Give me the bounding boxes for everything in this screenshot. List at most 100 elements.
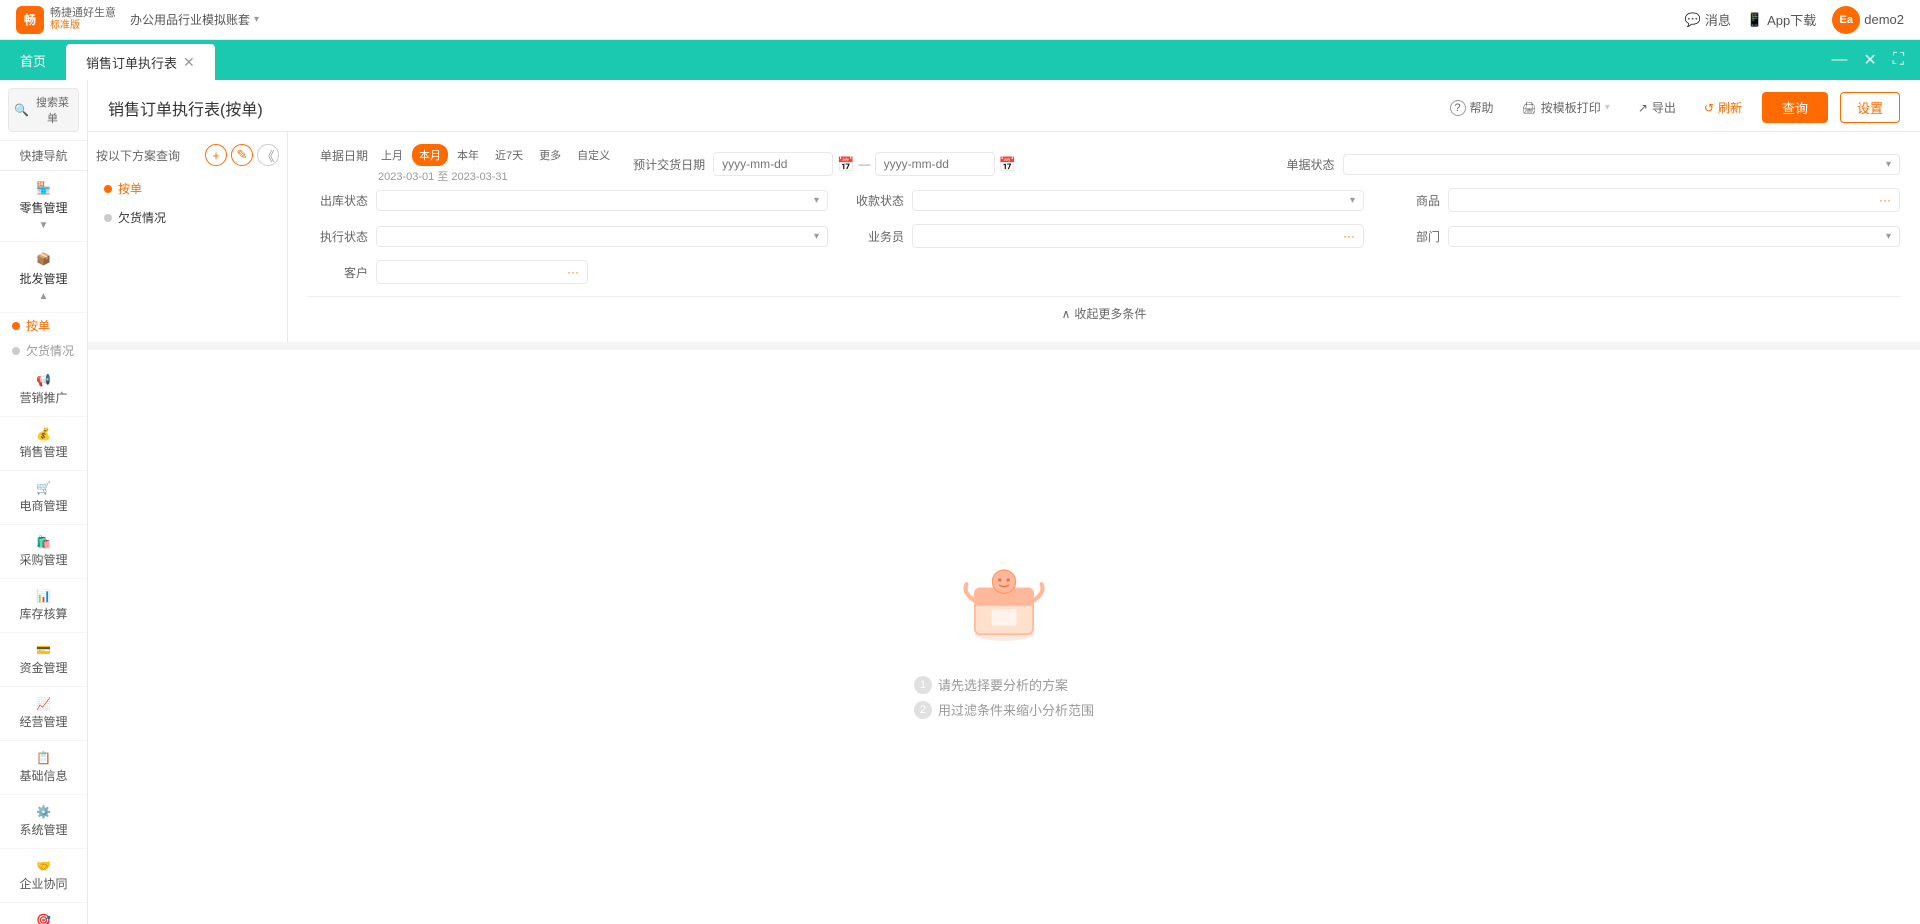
- page-title: 销售订单执行表(按单): [108, 96, 263, 120]
- delivery-date-to-icon[interactable]: 📅: [999, 156, 1016, 173]
- settings-button[interactable]: 设置: [1840, 92, 1900, 123]
- order-status-select[interactable]: ▾: [1343, 154, 1900, 175]
- template-print-btn[interactable]: 🖨 按模板打印 ▾: [1514, 95, 1618, 120]
- edit-scheme-btn[interactable]: ✎: [231, 144, 253, 166]
- basic-info-icon: 📋: [36, 751, 51, 765]
- empty-state: 1 请先选择要分析的方案 2 用过滤条件来缩小分析范围: [88, 350, 1920, 924]
- last-month-btn[interactable]: 上月: [374, 144, 410, 166]
- add-scheme-btn[interactable]: +: [205, 144, 227, 166]
- help-icon: ?: [1450, 100, 1466, 116]
- sidebar-item-retail[interactable]: 🏪 零售管理 ▼: [0, 171, 87, 242]
- nav-right-actions: — ✕ ⛶: [1827, 46, 1920, 74]
- sidebar-item-quick-nav[interactable]: 快捷导航: [0, 141, 87, 171]
- sidebar-search: 🔍 搜索菜单: [0, 80, 87, 141]
- sidebar-sub-item-debt[interactable]: 欠货情况: [0, 338, 87, 363]
- sidebar-item-ecommerce[interactable]: 🛒 电商管理: [0, 471, 87, 525]
- retail-icon: 🏪: [36, 181, 51, 195]
- refresh-btn[interactable]: ↺ 刷新: [1696, 95, 1750, 120]
- close-tab-icon[interactable]: ✕: [183, 54, 195, 71]
- tab-home[interactable]: 首页: [0, 40, 66, 80]
- content-area: 销售订单执行表(按单) ? 帮助 🖨 按模板打印 ▾ ↗ 导出 ↺ 刷新: [88, 80, 1920, 924]
- company-select[interactable]: 办公用品行业模拟账套 ▾: [124, 9, 265, 30]
- filter-row-2: 出库状态 ▾ 收款状态 ▾ 商品: [308, 188, 1900, 212]
- scheme-active-dot: [104, 185, 112, 193]
- sidebar-item-basic-info[interactable]: 📋 基础信息: [0, 741, 87, 795]
- wholesale-icon: 📦: [36, 252, 51, 266]
- filter-row-4: 客户 ···: [308, 260, 1900, 284]
- sidebar-item-system[interactable]: ⚙️ 系统管理: [0, 795, 87, 849]
- customer-input[interactable]: ···: [376, 260, 588, 284]
- app-icon: 📱: [1747, 12, 1763, 28]
- filter-department: 部门 ▾: [1380, 226, 1900, 247]
- query-button[interactable]: 查询: [1762, 92, 1828, 123]
- help-btn[interactable]: ? 帮助: [1442, 95, 1502, 120]
- search-icon: 🔍: [14, 103, 29, 117]
- delivery-status-select[interactable]: ▾: [376, 190, 828, 211]
- minimize-icon[interactable]: —: [1827, 47, 1851, 73]
- sidebar-item-purchase[interactable]: 🛍️ 采购管理: [0, 525, 87, 579]
- order-status-arrow: ▾: [1886, 159, 1891, 170]
- guide-icon: 🎯: [36, 913, 51, 924]
- collapse-scheme-btn[interactable]: 《: [257, 144, 279, 166]
- filter-expected-delivery: 预计交货日期 📅 — 📅: [633, 152, 1258, 176]
- scheme-panel-header: 按以下方案查询 + ✎ 《: [96, 144, 279, 166]
- last-7days-btn[interactable]: 近7天: [488, 144, 530, 166]
- export-btn[interactable]: ↗ 导出: [1630, 95, 1684, 120]
- product-input[interactable]: ···: [1448, 188, 1900, 212]
- collapse-filters-btn[interactable]: ∧ 收起更多条件: [1050, 301, 1159, 326]
- filter-fields-panel: 单据日期 上月 本月 本年 近7天 更多 自定义 2023-03-0: [288, 132, 1920, 342]
- product-dots-icon: ···: [1879, 193, 1891, 207]
- department-select[interactable]: ▾: [1448, 226, 1900, 247]
- receipt-status-select[interactable]: ▾: [912, 190, 1364, 211]
- ecommerce-icon: 🛒: [36, 481, 51, 495]
- nav-tabs: 首页 销售订单执行表 ✕ — ✕ ⛶: [0, 40, 1920, 80]
- this-month-btn[interactable]: 本月: [412, 144, 448, 166]
- more-btn[interactable]: 更多: [532, 144, 568, 166]
- user-profile[interactable]: Ea demo2: [1832, 6, 1904, 34]
- close-window-icon[interactable]: ✕: [1859, 46, 1880, 74]
- print-dropdown-icon[interactable]: ▾: [1605, 102, 1610, 113]
- logo-text: 畅捷通好生意 标准版: [50, 7, 116, 32]
- sidebar-item-operations[interactable]: 📈 经营管理: [0, 687, 87, 741]
- tab-sales-order[interactable]: 销售订单执行表 ✕: [66, 44, 215, 80]
- delivery-date-from[interactable]: [713, 152, 833, 176]
- sidebar-item-marketing[interactable]: 📢 营销推广: [0, 363, 87, 417]
- sidebar-sub-item-order[interactable]: 按单: [0, 313, 87, 338]
- sidebar-item-sales-mgmt[interactable]: 💰 销售管理: [0, 417, 87, 471]
- sidebar-item-inventory[interactable]: 📊 库存核算: [0, 579, 87, 633]
- collab-icon: 🤝: [36, 859, 51, 873]
- salesperson-input[interactable]: ···: [912, 224, 1364, 248]
- top-bar-right: 💬 消息 📱 App下载 Ea demo2: [1685, 6, 1904, 34]
- sidebar-item-corp-collab[interactable]: 🤝 企业协同: [0, 849, 87, 903]
- empty-tip-1: 1 请先选择要分析的方案: [914, 675, 1094, 694]
- message-action[interactable]: 💬 消息: [1685, 10, 1731, 29]
- page-header-actions: ? 帮助 🖨 按模板打印 ▾ ↗ 导出 ↺ 刷新 查询 设置: [1442, 92, 1900, 123]
- custom-btn[interactable]: 自定义: [570, 144, 617, 166]
- delivery-date-to[interactable]: [875, 152, 995, 176]
- inventory-icon: 📊: [36, 589, 51, 603]
- sidebar: 🔍 搜索菜单 快捷导航 🏪 零售管理 ▼ 📦 批发管理 ▲ 按单 欠货情况 📢: [0, 80, 88, 924]
- filter-exec-status: 执行状态 ▾: [308, 226, 828, 247]
- delivery-date-from-icon[interactable]: 📅: [837, 156, 854, 173]
- wholesale-expand-icon: ▲: [39, 291, 49, 302]
- empty-state-illustration: [954, 555, 1054, 655]
- salesperson-dots-icon: ···: [1343, 229, 1355, 243]
- fullscreen-icon[interactable]: ⛶: [1889, 47, 1908, 73]
- app-download-action[interactable]: 📱 App下载: [1747, 10, 1816, 29]
- this-year-btn[interactable]: 本年: [450, 144, 486, 166]
- exec-status-select[interactable]: ▾: [376, 226, 828, 247]
- search-menu-btn[interactable]: 🔍 搜索菜单: [8, 88, 79, 132]
- inactive-dot: [12, 347, 20, 355]
- scheme-item-order[interactable]: 按单: [96, 174, 279, 203]
- sidebar-item-new-guide[interactable]: 🎯 新手引导: [0, 903, 87, 924]
- scheme-item-debt[interactable]: 欠货情况: [96, 203, 279, 232]
- filter-panel: 按以下方案查询 + ✎ 《 按单 欠货情况: [88, 132, 1920, 342]
- sidebar-item-finance[interactable]: 💳 资金管理: [0, 633, 87, 687]
- collapse-row: ∧ 收起更多条件: [308, 296, 1900, 330]
- filter-order-date: 单据日期 上月 本月 本年 近7天 更多 自定义 2023-03-0: [308, 144, 617, 184]
- active-dot: [12, 322, 20, 330]
- delivery-status-arrow: ▾: [814, 195, 819, 206]
- filter-order-status: 单据状态 ▾: [1275, 154, 1900, 175]
- sidebar-item-wholesale[interactable]: 📦 批发管理 ▲: [0, 242, 87, 313]
- sales-icon: 💰: [36, 427, 51, 441]
